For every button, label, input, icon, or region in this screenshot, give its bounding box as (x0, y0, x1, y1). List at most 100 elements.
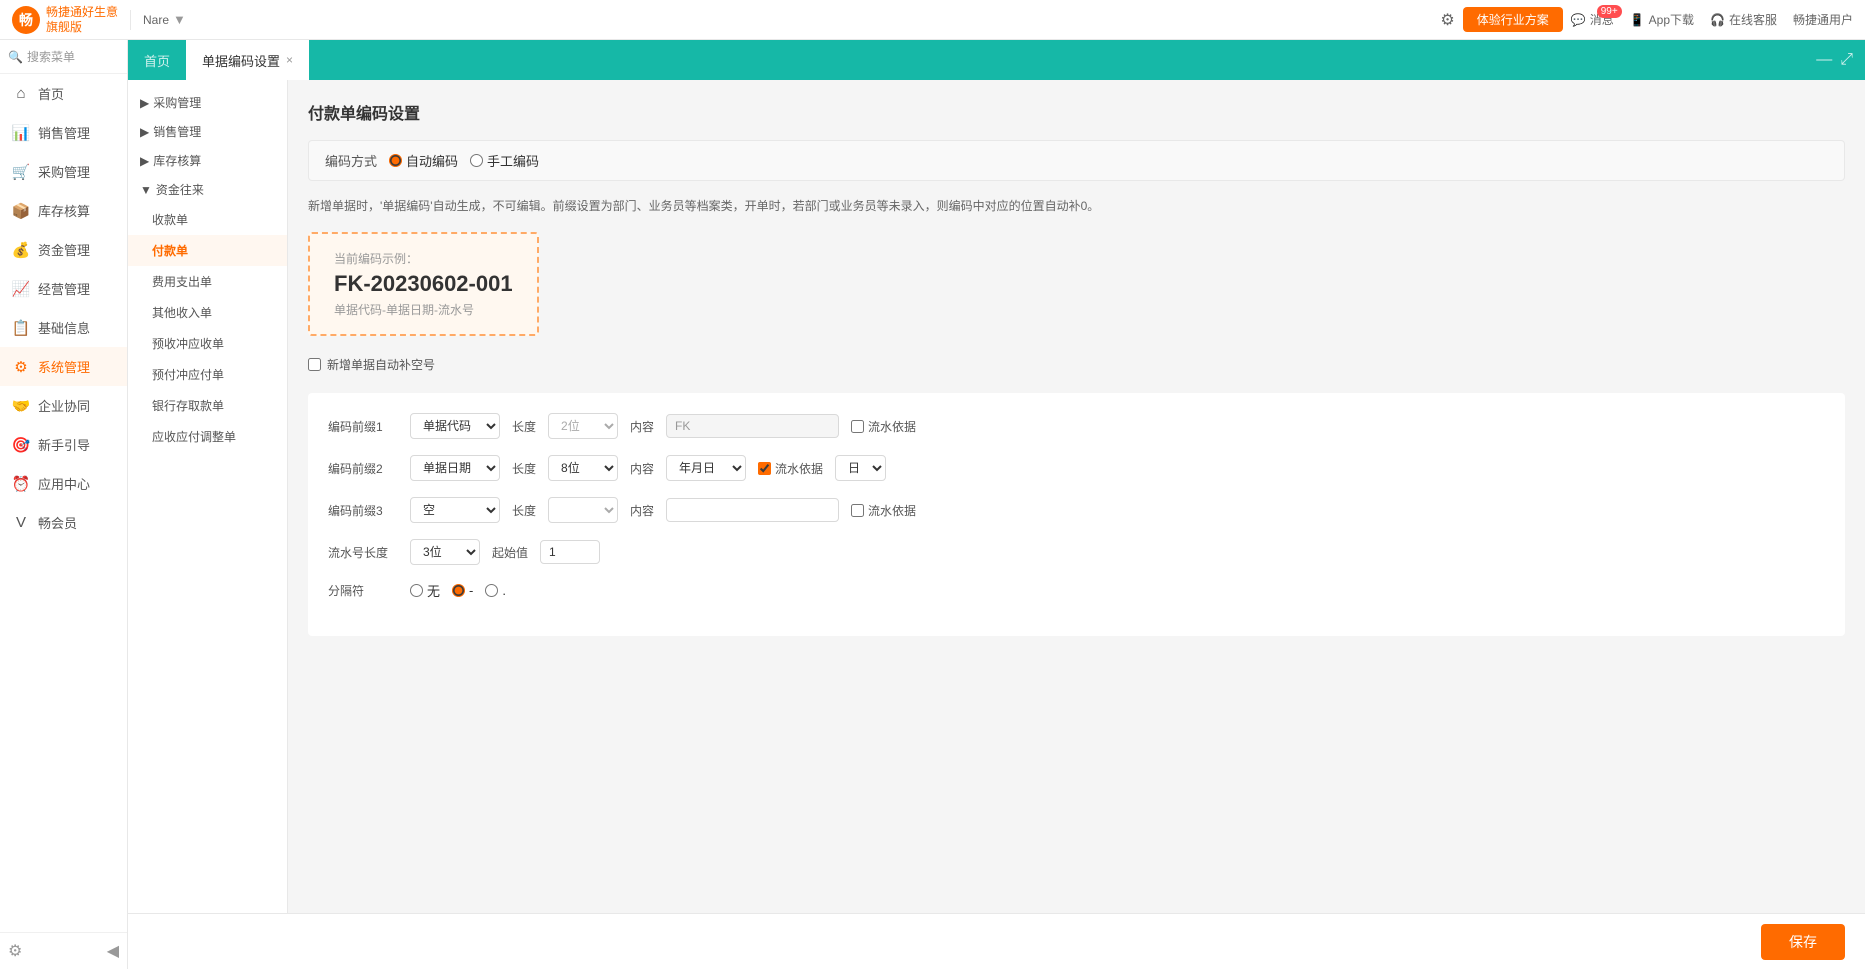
prefix-label-1: 编码前缀1 (328, 418, 398, 435)
dropdown-arrow-icon[interactable]: ▼ (173, 12, 186, 27)
sidebar-menu: ⌂ 首页 📊 销售管理 🛒 采购管理 📦 库存核算 💰 资金管理 📈 经营 (0, 74, 127, 932)
sidebar-item-guide[interactable]: 🎯 新手引导 (0, 425, 127, 464)
sub-group-purchase-title[interactable]: ▶ 采购管理 (128, 88, 287, 117)
prefix-row-3: 编码前缀3 空 单据代码 单据日期 长度 内容 (328, 497, 1825, 523)
serial-row: 流水号长度 3位 4位 5位 6位 起始值 (328, 539, 1825, 565)
length-label-1: 长度 (512, 418, 536, 435)
encoding-method-label: 编码方式 (325, 151, 377, 170)
sub-item-payment[interactable]: 付款单 (128, 235, 287, 266)
user-info[interactable]: 畅捷通用户 (1793, 11, 1853, 28)
vip-icon: V (12, 514, 30, 532)
breadcrumb: Nare (143, 13, 169, 27)
sidebar-item-basic[interactable]: 📋 基础信息 (0, 308, 127, 347)
separator-none-radio[interactable]: 无 (410, 581, 440, 600)
prefix-select-3[interactable]: 空 单据代码 单据日期 (410, 497, 500, 523)
sidebar-item-finance[interactable]: 💰 资金管理 (0, 230, 127, 269)
sales-group-arrow-icon: ▶ (140, 125, 149, 139)
appcenter-icon: ⏰ (12, 475, 30, 493)
serial-check-2[interactable]: 流水依据 (758, 460, 823, 477)
sub-group-fund: ▼ 资金往来 收款单 付款单 费用支出单 其他收入单 预收冲应收单 预付冲应付单… (128, 175, 287, 452)
settings-icon[interactable]: ⚙ (1440, 10, 1454, 30)
sub-item-expense[interactable]: 费用支出单 (128, 266, 287, 297)
length-select-1[interactable]: 2位 (548, 413, 618, 439)
sidebar-item-operations[interactable]: 📈 经营管理 (0, 269, 127, 308)
encoding-method-section: 编码方式 自动编码 手工编码 (308, 140, 1845, 181)
prefix-select-1[interactable]: 单据代码 无 (410, 413, 500, 439)
prefix-label-2: 编码前缀2 (328, 460, 398, 477)
serial-check-1[interactable]: 流水依据 (851, 418, 916, 435)
sidebar-bottom: ⚙ ◀ (0, 932, 127, 969)
sub-item-prepay-offset[interactable]: 预收冲应收单 (128, 328, 287, 359)
collapse-icon[interactable]: ◀ (107, 941, 119, 961)
sidebar-item-purchase[interactable]: 🛒 采购管理 (0, 152, 127, 191)
fund-group-arrow-icon: ▼ (140, 183, 152, 197)
sub-group-sales: ▶ 销售管理 (128, 117, 287, 146)
separator-dot-radio[interactable]: . (485, 583, 506, 598)
prefix-select-2[interactable]: 单据日期 无 (410, 455, 500, 481)
sub-item-other-income[interactable]: 其他收入单 (128, 297, 287, 328)
tab-close-icon[interactable]: × (286, 53, 293, 67)
save-button[interactable]: 保存 (1761, 924, 1845, 960)
topbar-right: 💬 消息 99+ 📱 App下载 🎧 在线客服 畅捷通用户 (1571, 11, 1853, 28)
operations-icon: 📈 (12, 280, 30, 298)
tab-encoding-settings[interactable]: 单据编码设置 × (186, 40, 309, 80)
sidebar-item-sales[interactable]: 📊 销售管理 (0, 113, 127, 152)
promo-button[interactable]: 体验行业方案 (1463, 7, 1563, 32)
inventory-group-arrow-icon: ▶ (140, 154, 149, 168)
content-select-2[interactable]: 年月日 年月 年 (666, 455, 746, 481)
sub-group-fund-title[interactable]: ▼ 资金往来 (128, 175, 287, 204)
content-area: ▶ 采购管理 ▶ 销售管理 ▶ 库存核算 (128, 80, 1865, 913)
tab-bar: 首页 单据编码设置 × — ⤢ (128, 40, 1865, 80)
auto-encoding-radio[interactable]: 自动编码 (389, 151, 458, 170)
page-title: 付款单编码设置 (308, 100, 1845, 124)
system-icon: ⚙ (12, 358, 30, 376)
tab-home[interactable]: 首页 (128, 40, 186, 80)
example-label: 当前编码示例： (334, 250, 513, 267)
sub-group-sales-title[interactable]: ▶ 销售管理 (128, 117, 287, 146)
content-label-1: 内容 (630, 418, 654, 435)
separator-label: 分隔符 (328, 582, 398, 599)
message-icon: 💬 (1571, 13, 1586, 27)
serial-check-3[interactable]: 流水依据 (851, 502, 916, 519)
length-select-2[interactable]: 8位 (548, 455, 618, 481)
finance-icon: 💰 (12, 241, 30, 259)
prefix-row-2: 编码前缀2 单据日期 无 长度 8位 内容 年月日 年月 (328, 455, 1825, 481)
bottom-settings-icon[interactable]: ⚙ (8, 941, 22, 961)
sub-item-adjustment[interactable]: 应收应付调整单 (128, 421, 287, 452)
sidebar-item-appcenter[interactable]: ⏰ 应用中心 (0, 464, 127, 503)
separator-dash-radio[interactable]: - (452, 583, 473, 598)
length-select-3[interactable] (548, 497, 618, 523)
length-label-2: 长度 (512, 460, 536, 477)
guide-icon: 🎯 (12, 436, 30, 454)
sidebar-item-enterprise[interactable]: 🤝 企业协同 (0, 386, 127, 425)
auto-fill-label: 新增单据自动补空号 (327, 356, 435, 373)
sub-item-advance-offset[interactable]: 预付冲应付单 (128, 359, 287, 390)
sub-item-bank[interactable]: 银行存取款单 (128, 390, 287, 421)
minimize-icon[interactable]: — (1816, 51, 1832, 69)
bottom-bar: 保存 (128, 913, 1865, 969)
app-download-button[interactable]: 📱 App下载 (1630, 11, 1694, 28)
content-input-3[interactable] (666, 498, 839, 522)
inventory-icon: 📦 (12, 202, 30, 220)
basic-icon: 📋 (12, 319, 30, 337)
sub-sidebar: ▶ 采购管理 ▶ 销售管理 ▶ 库存核算 (128, 80, 288, 913)
sub-item-receipt[interactable]: 收款单 (128, 204, 287, 235)
maximize-icon[interactable]: ⤢ (1840, 51, 1853, 69)
serial-period-select[interactable]: 日 月 年 (835, 455, 886, 481)
manual-encoding-radio[interactable]: 手工编码 (470, 151, 539, 170)
sub-group-inventory-title[interactable]: ▶ 库存核算 (128, 146, 287, 175)
topbar-divider (130, 10, 131, 30)
auto-fill-checkbox[interactable] (308, 358, 321, 371)
serial-length-select[interactable]: 3位 4位 5位 6位 (410, 539, 480, 565)
online-service-button[interactable]: 🎧 在线客服 (1710, 11, 1777, 28)
logo-text: 畅捷通好生意 旗舰版 (46, 5, 118, 34)
search-icon: 🔍 (8, 50, 23, 64)
sidebar-item-home[interactable]: ⌂ 首页 (0, 74, 127, 113)
sidebar-item-vip[interactable]: V 畅会员 (0, 503, 127, 542)
search-menu[interactable]: 🔍 搜索菜单 (0, 40, 127, 74)
sidebar-item-system[interactable]: ⚙ 系统管理 (0, 347, 127, 386)
sidebar-item-inventory[interactable]: 📦 库存核算 (0, 191, 127, 230)
message-button[interactable]: 💬 消息 99+ (1571, 11, 1614, 28)
start-value-input[interactable] (540, 540, 600, 564)
sales-icon: 📊 (12, 124, 30, 142)
